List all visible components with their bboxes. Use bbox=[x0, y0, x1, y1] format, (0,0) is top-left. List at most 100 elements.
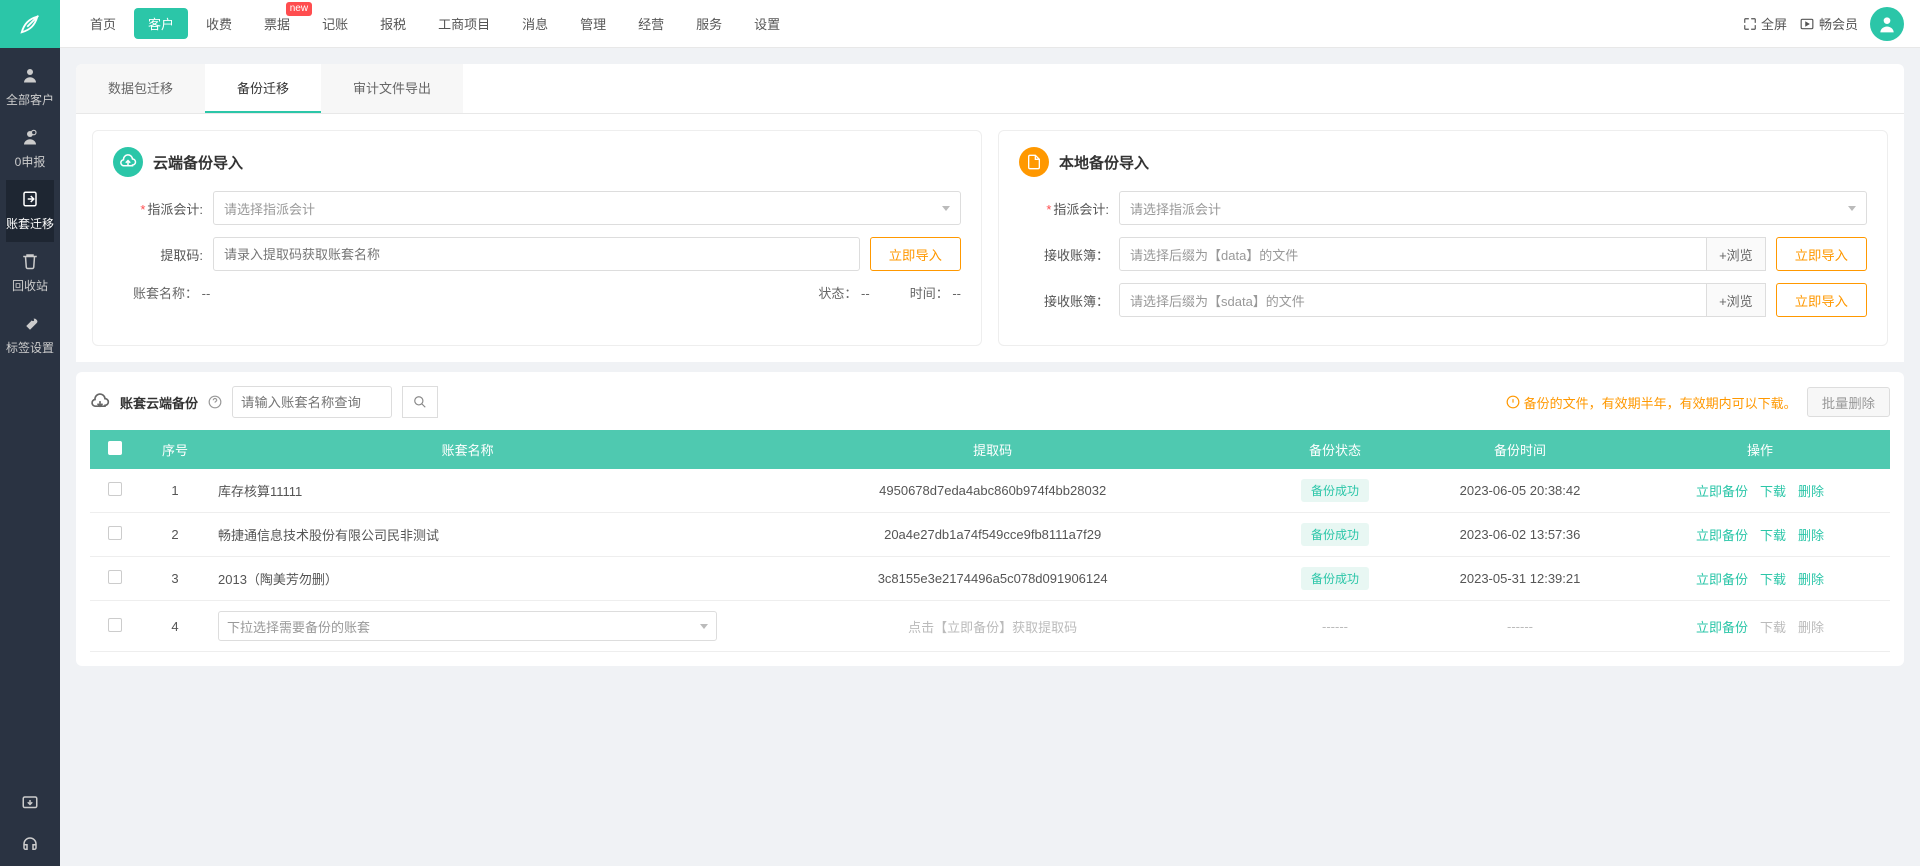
nav-经营[interactable]: 经营 bbox=[624, 8, 678, 39]
recv2-input[interactable]: 请选择后缀为【sdata】的文件 bbox=[1119, 283, 1707, 317]
code-input[interactable] bbox=[213, 237, 860, 271]
row-checkbox[interactable] bbox=[108, 482, 122, 496]
sidebar-item-3[interactable]: 回收站 bbox=[6, 242, 54, 304]
nav-服务[interactable]: 服务 bbox=[682, 8, 736, 39]
sidebar-icon bbox=[6, 66, 54, 87]
nav-首页[interactable]: 首页 bbox=[76, 8, 130, 39]
col-header-5: 备份时间 bbox=[1410, 430, 1630, 469]
table-title: 账套云端备份 bbox=[120, 393, 198, 412]
nav-工商项目[interactable]: 工商项目 bbox=[424, 8, 504, 39]
status-badge: 备份成功 bbox=[1301, 479, 1369, 502]
tab-0[interactable]: 数据包迁移 bbox=[76, 64, 205, 113]
browse1-button[interactable]: +浏览 bbox=[1707, 237, 1766, 271]
download-link[interactable]: 下载 bbox=[1760, 484, 1786, 499]
user-icon bbox=[1877, 14, 1897, 34]
local-import1-button[interactable]: 立即导入 bbox=[1776, 237, 1867, 271]
col-header-3: 提取码 bbox=[725, 430, 1260, 469]
delete-link[interactable]: 删除 bbox=[1798, 484, 1824, 499]
nav-消息[interactable]: 消息 bbox=[508, 8, 562, 39]
sidebar-download[interactable] bbox=[0, 784, 60, 825]
backup-link[interactable]: 立即备份 bbox=[1696, 572, 1748, 587]
row-name: 2013（陶美芳勿删） bbox=[210, 557, 725, 601]
sidebar-icon bbox=[6, 252, 54, 273]
local-accountant-select[interactable]: 请选择指派会计 bbox=[1119, 191, 1867, 225]
backup-link[interactable]: 立即备份 bbox=[1696, 484, 1748, 499]
row-code: 3c8155e3e2174496a5c078d091906124 bbox=[725, 557, 1260, 601]
accountant-label: *指派会计: bbox=[113, 199, 203, 218]
row-checkbox[interactable] bbox=[108, 526, 122, 540]
account-select[interactable]: 下拉选择需要备份的账套 bbox=[218, 611, 717, 641]
backup-link[interactable]: 立即备份 bbox=[1696, 620, 1748, 635]
delete-link[interactable]: 删除 bbox=[1798, 572, 1824, 587]
import-panels: 云端备份导入 *指派会计: 请选择指派会计 提取码: 立即导入 bbox=[76, 114, 1904, 362]
batch-delete-button[interactable]: 批量删除 bbox=[1807, 387, 1890, 417]
local-import-panel: 本地备份导入 *指派会计: 请选择指派会计 接收账簿： 请选择后缀为【data】… bbox=[998, 130, 1888, 346]
sidebar-item-2[interactable]: 账套迁移 bbox=[6, 180, 54, 242]
cloud-backup-icon bbox=[90, 392, 110, 412]
select-all-checkbox[interactable] bbox=[108, 441, 122, 455]
backup-link[interactable]: 立即备份 bbox=[1696, 528, 1748, 543]
col-header-2: 账套名称 bbox=[210, 430, 725, 469]
cloud-status-line: 账套名称： -- 状态： -- 时间： -- bbox=[113, 283, 961, 302]
sidebar-item-label: 标签设置 bbox=[6, 341, 54, 355]
member-button[interactable]: 畅会员 bbox=[1799, 14, 1858, 33]
tab-2[interactable]: 审计文件导出 bbox=[321, 64, 463, 113]
search-button[interactable] bbox=[402, 386, 438, 418]
delete-link[interactable]: 删除 bbox=[1798, 528, 1824, 543]
row-code: 4950678d7eda4abc860b974f4bb28032 bbox=[725, 469, 1260, 513]
sidebar-item-label: 0申报 bbox=[15, 155, 46, 169]
warning-icon bbox=[1506, 395, 1520, 409]
code-label: 提取码: bbox=[113, 245, 203, 264]
cloud-import-button[interactable]: 立即导入 bbox=[870, 237, 961, 271]
row-index: 1 bbox=[140, 469, 210, 513]
sidebar: 全部客户 0申报账套迁移回收站标签设置 bbox=[0, 48, 60, 866]
sidebar-item-4[interactable]: 标签设置 bbox=[6, 304, 54, 366]
nav-客户[interactable]: 客户 bbox=[134, 8, 188, 39]
recv1-input[interactable]: 请选择后缀为【data】的文件 bbox=[1119, 237, 1707, 271]
row-checkbox[interactable] bbox=[108, 570, 122, 584]
search-input[interactable] bbox=[232, 386, 392, 418]
local-import2-button[interactable]: 立即导入 bbox=[1776, 283, 1867, 317]
avatar[interactable] bbox=[1870, 7, 1904, 41]
browse2-button[interactable]: +浏览 bbox=[1707, 283, 1766, 317]
nav-票据[interactable]: 票据new bbox=[250, 8, 304, 39]
backup-table: 序号账套名称提取码备份状态备份时间操作 1库存核算111114950678d7e… bbox=[90, 430, 1890, 652]
sidebar-icon bbox=[6, 314, 54, 335]
row-code: 20a4e27db1a74f549cce9fb8111a7f29 bbox=[725, 513, 1260, 557]
sidebar-item-1[interactable]: 0申报 bbox=[6, 118, 54, 180]
fullscreen-icon bbox=[1743, 17, 1757, 31]
chevron-down-icon bbox=[700, 624, 708, 629]
nav-收费[interactable]: 收费 bbox=[192, 8, 246, 39]
table-row: 32013（陶美芳勿删）3c8155e3e2174496a5c078d09190… bbox=[90, 557, 1890, 601]
search-icon bbox=[413, 395, 427, 409]
chevron-down-icon bbox=[942, 206, 950, 211]
nav-报税[interactable]: 报税 bbox=[366, 8, 420, 39]
fullscreen-button[interactable]: 全屏 bbox=[1743, 14, 1787, 33]
tab-1[interactable]: 备份迁移 bbox=[205, 64, 321, 113]
row-time: ------ bbox=[1410, 601, 1630, 652]
sidebar-item-0[interactable]: 全部客户 bbox=[6, 56, 54, 118]
nav-设置[interactable]: 设置 bbox=[740, 8, 794, 39]
row-time: 2023-06-05 20:38:42 bbox=[1410, 469, 1630, 513]
status-badge: 备份成功 bbox=[1301, 523, 1369, 546]
sidebar-support[interactable] bbox=[0, 825, 60, 866]
row-index: 2 bbox=[140, 513, 210, 557]
help-icon[interactable] bbox=[208, 395, 222, 409]
table-row: 1库存核算111114950678d7eda4abc860b974f4bb280… bbox=[90, 469, 1890, 513]
headset-icon bbox=[21, 835, 39, 853]
row-checkbox[interactable] bbox=[108, 618, 122, 632]
chevron-down-icon bbox=[1848, 206, 1856, 211]
warning-text: 备份的文件，有效期半年，有效期内可以下载。 bbox=[1506, 393, 1797, 412]
local-panel-title: 本地备份导入 bbox=[1059, 152, 1149, 173]
row-time: 2023-05-31 12:39:21 bbox=[1410, 557, 1630, 601]
nav-管理[interactable]: 管理 bbox=[566, 8, 620, 39]
sidebar-item-label: 全部客户 bbox=[6, 93, 54, 107]
col-header-6: 操作 bbox=[1630, 430, 1890, 469]
download-link[interactable]: 下载 bbox=[1760, 572, 1786, 587]
accountant-select[interactable]: 请选择指派会计 bbox=[213, 191, 961, 225]
download-link[interactable]: 下载 bbox=[1760, 528, 1786, 543]
nav-记账[interactable]: 记账 bbox=[308, 8, 362, 39]
col-header-4: 备份状态 bbox=[1260, 430, 1410, 469]
row-name: 畅捷通信息技术股份有限公司民非测试 bbox=[210, 513, 725, 557]
sidebar-item-label: 账套迁移 bbox=[6, 217, 54, 231]
